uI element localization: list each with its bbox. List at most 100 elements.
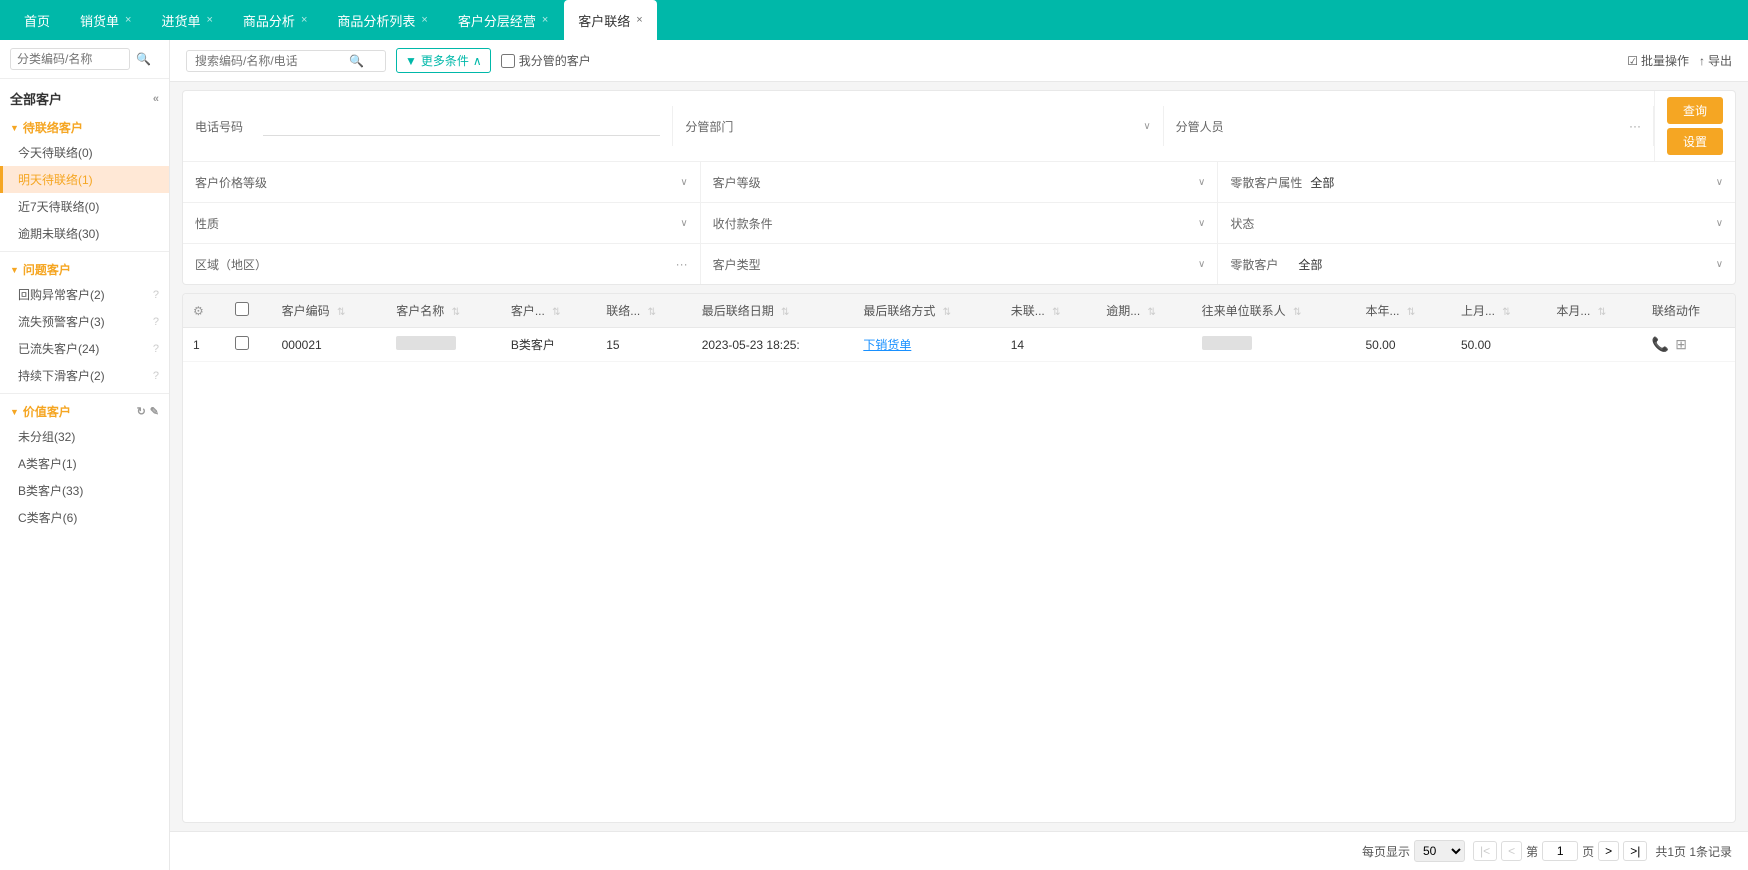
gear-icon[interactable]: ⚙ (193, 304, 204, 318)
query-button[interactable]: 查询 (1667, 97, 1723, 124)
filter-payment-terms: 收付款条件 ∨ (701, 203, 1219, 243)
sidebar-item-b-class[interactable]: B类客户(33) (0, 477, 169, 504)
sort-icon: ⇅ (552, 307, 560, 318)
more-filter-button[interactable]: ▼ 更多条件 ∧ (396, 48, 491, 73)
toolbar-search-input[interactable] (195, 54, 345, 68)
filter-region-dots[interactable]: ··· (676, 257, 688, 271)
sidebar-item-declining[interactable]: 持续下滑客户(2) ? (0, 362, 169, 389)
filter-scattered-select[interactable]: 全部 ∨ (1298, 256, 1723, 273)
next-page-button[interactable]: > (1598, 841, 1619, 861)
sidebar-search-icon[interactable]: 🔍 (136, 52, 151, 66)
batch-operation-button[interactable]: ☑ 批量操作 (1627, 52, 1689, 69)
nav-home[interactable]: 首页 (10, 0, 64, 40)
th-contact-person[interactable]: 往来单位联系人 ⇅ (1192, 294, 1356, 328)
page-input[interactable] (1542, 841, 1578, 861)
filter-scattered-attr-select[interactable]: 全部 ∨ (1310, 174, 1723, 191)
filter-price-level-select[interactable]: ∨ (275, 177, 688, 188)
first-page-button[interactable]: |< (1473, 841, 1497, 861)
nav-customer-contact[interactable]: 客户联络× (564, 0, 656, 40)
select-all-checkbox[interactable] (235, 302, 249, 316)
filter-nature-select[interactable]: ∨ (263, 218, 688, 229)
grid-icon[interactable]: ⊞ (1675, 336, 1687, 353)
sidebar-item-a-class[interactable]: A类客户(1) (0, 450, 169, 477)
sidebar-item-c-class[interactable]: C类客户(6) (0, 504, 169, 531)
filter-customer-type-select[interactable]: ∨ (781, 259, 1206, 270)
th-gear[interactable]: ⚙ (183, 294, 225, 328)
nav-product-analysis[interactable]: 商品分析× (229, 0, 321, 40)
filter-department-select[interactable]: ∨ (753, 121, 1150, 132)
sidebar-all-customers[interactable]: 全部客户 « (0, 83, 169, 114)
th-customer-type[interactable]: 客户... ⇅ (501, 294, 596, 328)
td-checkbox[interactable] (225, 328, 272, 362)
export-button[interactable]: ↑ 导出 (1699, 52, 1732, 69)
sidebar-search-area: 🔍 (0, 40, 169, 79)
sidebar-all-label: 全部客户 (10, 89, 62, 108)
th-contact-count[interactable]: 联络... ⇅ (596, 294, 691, 328)
filter-person-label: 分管人员 (1176, 118, 1236, 135)
sidebar-search-input[interactable] (10, 48, 130, 70)
th-uncontact[interactable]: 未联... ⇅ (1001, 294, 1096, 328)
th-this-year[interactable]: 本年... ⇅ (1356, 294, 1451, 328)
sidebar-item-tomorrow-contact[interactable]: 明天待联络(1) (0, 166, 169, 193)
th-customer-code[interactable]: 客户编码 ⇅ (272, 294, 387, 328)
filter-status-select[interactable]: ∨ (1298, 218, 1723, 229)
link-sales-order[interactable]: 下销货单 (863, 338, 911, 352)
my-customers-checkbox[interactable] (501, 54, 515, 68)
filter-person-dots[interactable]: ··· (1629, 119, 1641, 133)
sort-icon: ⇅ (943, 307, 951, 318)
chevron-down-icon: ∨ (1143, 121, 1150, 132)
last-page-button[interactable]: >| (1623, 841, 1647, 861)
th-overdue[interactable]: 逾期... ⇅ (1096, 294, 1191, 328)
sidebar-item-ungrouped[interactable]: 未分组(32) (0, 423, 169, 450)
close-icon[interactable]: × (301, 14, 307, 26)
filter-person: 分管人员 ··· (1164, 106, 1654, 146)
filter-customer-level-select[interactable]: ∨ (781, 177, 1206, 188)
th-this-month[interactable]: 本月... ⇅ (1546, 294, 1641, 328)
sidebar-item-churned[interactable]: 已流失客户(24) ? (0, 335, 169, 362)
edit-icon[interactable]: ✎ (150, 405, 159, 418)
table-header-row: ⚙ 客户编码 ⇅ 客户名称 ⇅ 客户... ⇅ 联络... ⇅ 最后联络日期 ⇅… (183, 294, 1735, 328)
reset-button[interactable]: 设置 (1667, 128, 1723, 155)
sort-icon: ⇅ (781, 307, 789, 318)
chevron-down-icon: ∨ (1198, 218, 1205, 229)
nav-sales-order[interactable]: 销货单× (66, 0, 145, 40)
close-icon[interactable]: × (542, 14, 548, 26)
data-table: ⚙ 客户编码 ⇅ 客户名称 ⇅ 客户... ⇅ 联络... ⇅ 最后联络日期 ⇅… (183, 294, 1735, 362)
th-last-contact-method[interactable]: 最后联络方式 ⇅ (853, 294, 1000, 328)
th-customer-name[interactable]: 客户名称 ⇅ (386, 294, 501, 328)
nav-product-analysis-list[interactable]: 商品分析列表× (323, 0, 441, 40)
sort-icon: ⇅ (1052, 307, 1060, 318)
nav-purchase-order[interactable]: 进货单× (147, 0, 226, 40)
th-last-month[interactable]: 上月... ⇅ (1451, 294, 1546, 328)
close-icon[interactable]: × (125, 14, 131, 26)
th-checkbox[interactable] (225, 294, 272, 328)
toolbar-search-box[interactable]: 🔍 (186, 50, 386, 72)
filter-scattered: 零散客户 全部 ∨ (1218, 244, 1735, 284)
my-customers-checkbox-label[interactable]: 我分管的客户 (501, 52, 591, 69)
filter-panel: 电话号码 分管部门 ∨ 分管人员 ··· 查询 设置 (182, 90, 1736, 285)
th-last-contact-date[interactable]: 最后联络日期 ⇅ (692, 294, 854, 328)
filter-payment-terms-select[interactable]: ∨ (781, 218, 1206, 229)
phone-icon[interactable]: 📞 (1652, 336, 1669, 353)
filter-phone-input[interactable] (263, 117, 660, 136)
page-size-select[interactable]: 50 10 20 100 (1414, 840, 1465, 862)
nav-customer-layering[interactable]: 客户分层经营× (444, 0, 562, 40)
sidebar-item-7day-contact[interactable]: 近7天待联络(0) (0, 193, 169, 220)
sidebar-item-repurchase-abnormal[interactable]: 回购异常客户(2) ? (0, 281, 169, 308)
prev-page-button[interactable]: < (1501, 841, 1522, 861)
filter-nature-label: 性质 (195, 215, 255, 232)
close-icon[interactable]: × (421, 14, 427, 26)
row-checkbox[interactable] (235, 336, 249, 350)
sidebar-item-today-contact[interactable]: 今天待联络(0) (0, 139, 169, 166)
data-table-container: ⚙ 客户编码 ⇅ 客户名称 ⇅ 客户... ⇅ 联络... ⇅ 最后联络日期 ⇅… (182, 293, 1736, 823)
td-last-month: 50.00 (1451, 328, 1546, 362)
refresh-icon[interactable]: ↻ (137, 405, 146, 418)
close-icon[interactable]: × (206, 14, 212, 26)
sidebar-item-churn-warning[interactable]: 流失预警客户(3) ? (0, 308, 169, 335)
sort-icon: ⇅ (1148, 307, 1156, 318)
td-last-contact-method[interactable]: 下销货单 (853, 328, 1000, 362)
sidebar-item-overdue-contact[interactable]: 逾期未联络(30) (0, 220, 169, 247)
td-code: 000021 (272, 328, 387, 362)
close-icon[interactable]: × (636, 14, 642, 26)
toolbar-search-icon[interactable]: 🔍 (349, 54, 364, 68)
